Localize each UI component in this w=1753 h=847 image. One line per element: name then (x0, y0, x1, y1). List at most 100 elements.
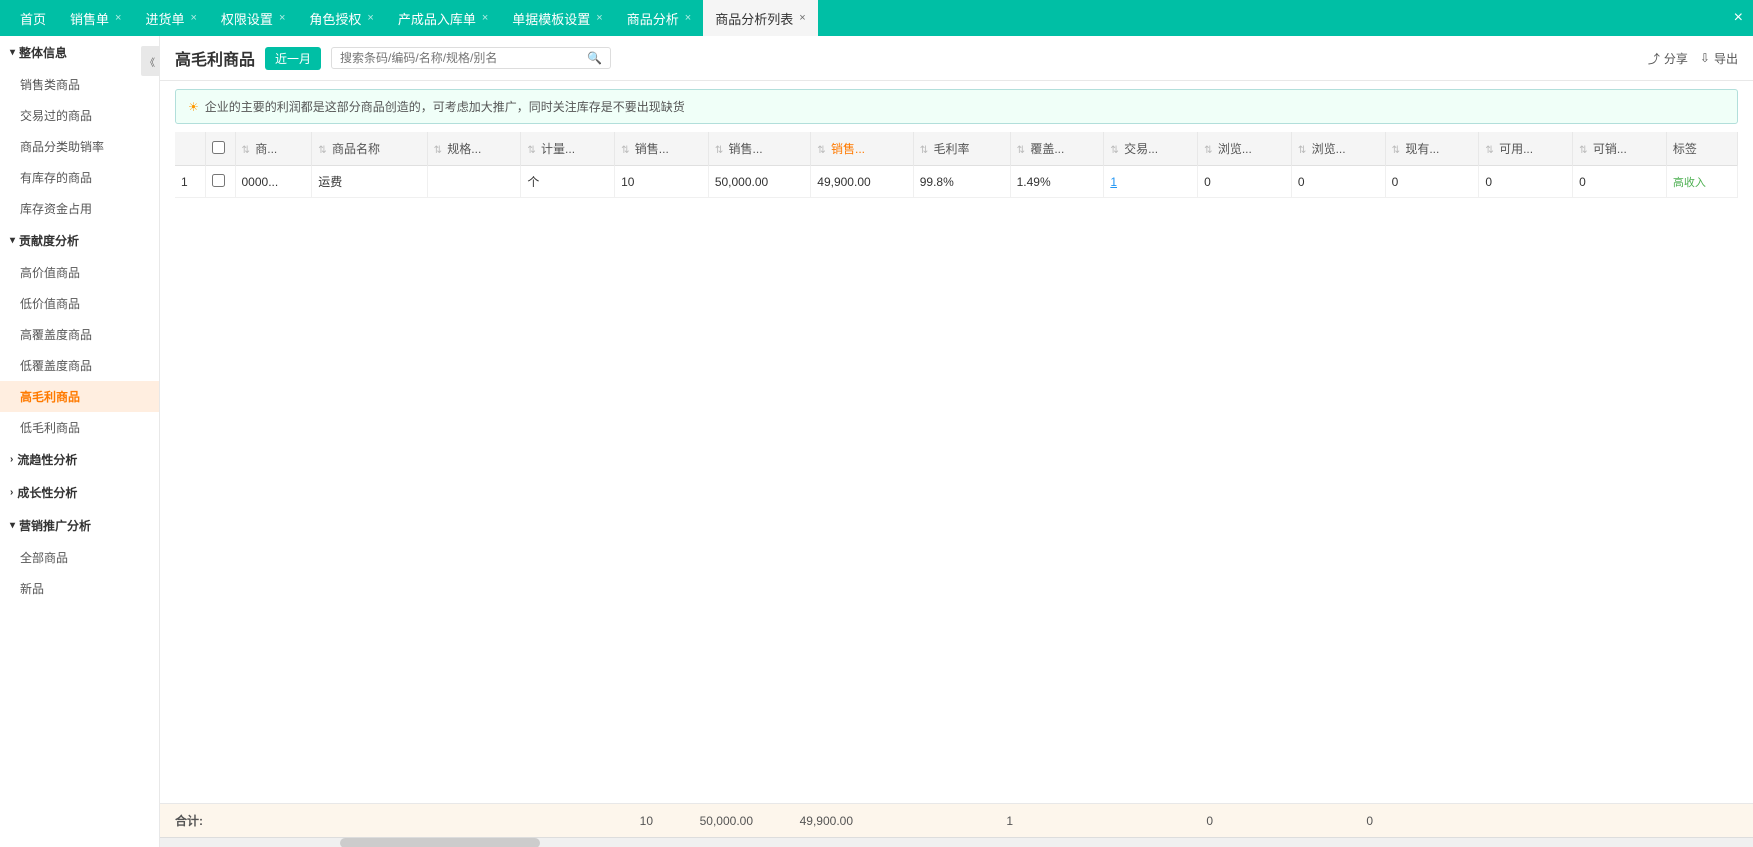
search-input[interactable] (340, 51, 587, 65)
export-button[interactable]: ⇩ 导出 (1700, 50, 1738, 67)
info-banner: ☀ 企业的主要的利润都是这部分商品创造的，可考虑加大推广，同时关注库存是不要出现… (175, 89, 1738, 124)
nav-role-auth[interactable]: 角色授权 × (297, 0, 385, 36)
sidebar-group-growth[interactable]: › 成长性分析 (0, 476, 159, 509)
nav-close-analysis[interactable]: × (685, 12, 691, 24)
page-title: 高毛利商品 (175, 46, 255, 70)
sidebar-item-new-goods[interactable]: 新品 (0, 573, 159, 604)
sort-icon-current-stock: ⇅ (1392, 145, 1400, 156)
arrow-growth: › (10, 487, 13, 498)
nav-close-analysis-list[interactable]: × (799, 12, 805, 24)
sidebar-item-low-margin[interactable]: 低毛利商品 (0, 412, 159, 443)
nav-close-finished[interactable]: × (482, 12, 488, 24)
horizontal-scrollbar[interactable] (160, 837, 1753, 847)
nav-close-template[interactable]: × (596, 12, 602, 24)
transactions-link[interactable]: 1 (1110, 175, 1117, 189)
th-spec[interactable]: ⇅ 规格... (427, 132, 521, 166)
data-table: ⇅ 商... ⇅ 商品名称 ⇅ 规格... ⇅ (175, 132, 1738, 198)
cell-sales-amount: 50,000.00 (708, 166, 810, 198)
content-header: 高毛利商品 近一月 🔍 ⤴ 分享 ⇩ 导出 (160, 36, 1753, 81)
select-all-checkbox[interactable] (212, 141, 225, 154)
nav-close-sales[interactable]: × (115, 12, 121, 24)
sidebar-group-marketing[interactable]: ▾ 营销推广分析 (0, 509, 159, 542)
cell-sales-cost: 49,900.00 (811, 166, 913, 198)
header-actions: ⤴ 分享 ⇩ 导出 (1648, 50, 1738, 67)
sidebar-item-all-goods[interactable]: 全部商品 (0, 542, 159, 573)
cell-sellable: 0 (1573, 166, 1667, 198)
sidebar-group-trend[interactable]: › 流趋性分析 (0, 443, 159, 476)
sidebar-item-category-rate[interactable]: 商品分类助销率 (0, 131, 159, 162)
th-sales-qty[interactable]: ⇅ 销售... (615, 132, 709, 166)
th-name[interactable]: ⇅ 商品名称 (312, 132, 427, 166)
sidebar-item-low-coverage[interactable]: 低覆盖度商品 (0, 350, 159, 381)
th-unit[interactable]: ⇅ 计量... (521, 132, 615, 166)
main-layout: 《 ▾ 整体信息 销售类商品 交易过的商品 商品分类助销率 有库存的商品 库存资… (0, 36, 1753, 847)
th-coverage[interactable]: ⇅ 覆盖... (1010, 132, 1104, 166)
th-available[interactable]: ⇅ 可用... (1479, 132, 1573, 166)
summary-transactions: 1 (933, 814, 1013, 828)
sidebar-item-stock-capital[interactable]: 库存资金占用 (0, 193, 159, 224)
cell-gross-rate: 99.8% (913, 166, 1010, 198)
summary-sellable: 0 (1293, 814, 1373, 828)
sidebar-group-overall[interactable]: ▾ 整体信息 (0, 36, 159, 69)
summary-current-stock: 0 (1133, 814, 1213, 828)
summary-sales-qty: 10 (573, 814, 653, 828)
th-sellable[interactable]: ⇅ 可销... (1573, 132, 1667, 166)
table-wrapper: ⇅ 商... ⇅ 商品名称 ⇅ 规格... ⇅ (160, 132, 1753, 803)
nav-close-permission[interactable]: × (279, 12, 285, 24)
share-button[interactable]: ⤴ 分享 (1648, 50, 1688, 67)
cell-tag: 高收入 (1666, 166, 1737, 198)
nav-close-role[interactable]: × (367, 12, 373, 24)
nav-permission-settings[interactable]: 权限设置 × (209, 0, 297, 36)
th-browse2[interactable]: ⇅ 浏览... (1291, 132, 1385, 166)
th-tag: 标签 (1666, 132, 1737, 166)
cell-index: 1 (175, 166, 205, 198)
cell-coverage: 1.49% (1010, 166, 1104, 198)
sort-icon-sellable: ⇅ (1579, 145, 1587, 156)
sidebar-item-sales-goods[interactable]: 销售类商品 (0, 69, 159, 100)
nav-sales-order[interactable]: 销售单 × (58, 0, 133, 36)
cell-spec (427, 166, 521, 198)
sort-icon-gross-rate: ⇅ (920, 145, 928, 156)
nav-analysis-list[interactable]: 商品分析列表 × (703, 0, 817, 36)
cell-sales-qty: 10 (615, 166, 709, 198)
th-browse1[interactable]: ⇅ 浏览... (1198, 132, 1292, 166)
content-area: 高毛利商品 近一月 🔍 ⤴ 分享 ⇩ 导出 ☀ 企业的主要的利润都是这部分商品创… (160, 36, 1753, 847)
sidebar-item-high-margin[interactable]: 高毛利商品 (0, 381, 159, 412)
time-filter-button[interactable]: 近一月 (265, 47, 321, 70)
info-icon: ☀ (188, 100, 199, 114)
sidebar-item-high-value[interactable]: 高价值商品 (0, 257, 159, 288)
sidebar-collapse-btn[interactable]: 《 (141, 46, 159, 76)
nav-home[interactable]: 首页 (8, 0, 58, 36)
th-checkbox (205, 132, 235, 166)
cell-current-stock: 0 (1385, 166, 1479, 198)
scrollbar-thumb[interactable] (340, 838, 540, 847)
th-transactions[interactable]: ⇅ 交易... (1104, 132, 1198, 166)
sort-icon-code: ⇅ (242, 145, 250, 156)
nav-finished-goods[interactable]: 产成品入库单 × (386, 0, 500, 36)
search-icon[interactable]: 🔍 (587, 51, 602, 65)
sidebar-item-in-stock[interactable]: 有库存的商品 (0, 162, 159, 193)
th-sales-amount[interactable]: ⇅ 销售... (708, 132, 810, 166)
row-checkbox[interactable] (212, 174, 225, 187)
nav-close-purchase[interactable]: × (190, 12, 196, 24)
sidebar-item-high-coverage[interactable]: 高覆盖度商品 (0, 319, 159, 350)
search-box: 🔍 (331, 47, 611, 69)
cell-transactions: 1 (1104, 166, 1198, 198)
nav-template-settings[interactable]: 单据模板设置 × (500, 0, 614, 36)
arrow-marketing: ▾ (10, 520, 15, 531)
th-sales-cost[interactable]: ⇅ 销售... (811, 132, 913, 166)
arrow-contribution: ▾ (10, 235, 15, 246)
cell-available: 0 (1479, 166, 1573, 198)
summary-sales-amount: 50,000.00 (673, 814, 753, 828)
sidebar-item-low-value[interactable]: 低价值商品 (0, 288, 159, 319)
nav-product-analysis[interactable]: 商品分析 × (615, 0, 703, 36)
nav-close-all[interactable]: × (1734, 9, 1743, 27)
sort-icon-unit: ⇅ (527, 145, 535, 156)
sidebar-item-traded-goods[interactable]: 交易过的商品 (0, 100, 159, 131)
share-icon: ⤴ (1648, 50, 1660, 67)
th-current-stock[interactable]: ⇅ 现有... (1385, 132, 1479, 166)
sidebar-group-contribution[interactable]: ▾ 贡献度分析 (0, 224, 159, 257)
th-gross-rate[interactable]: ⇅ 毛利率 (913, 132, 1010, 166)
th-code[interactable]: ⇅ 商... (235, 132, 312, 166)
nav-purchase-order[interactable]: 进货单 × (133, 0, 208, 36)
